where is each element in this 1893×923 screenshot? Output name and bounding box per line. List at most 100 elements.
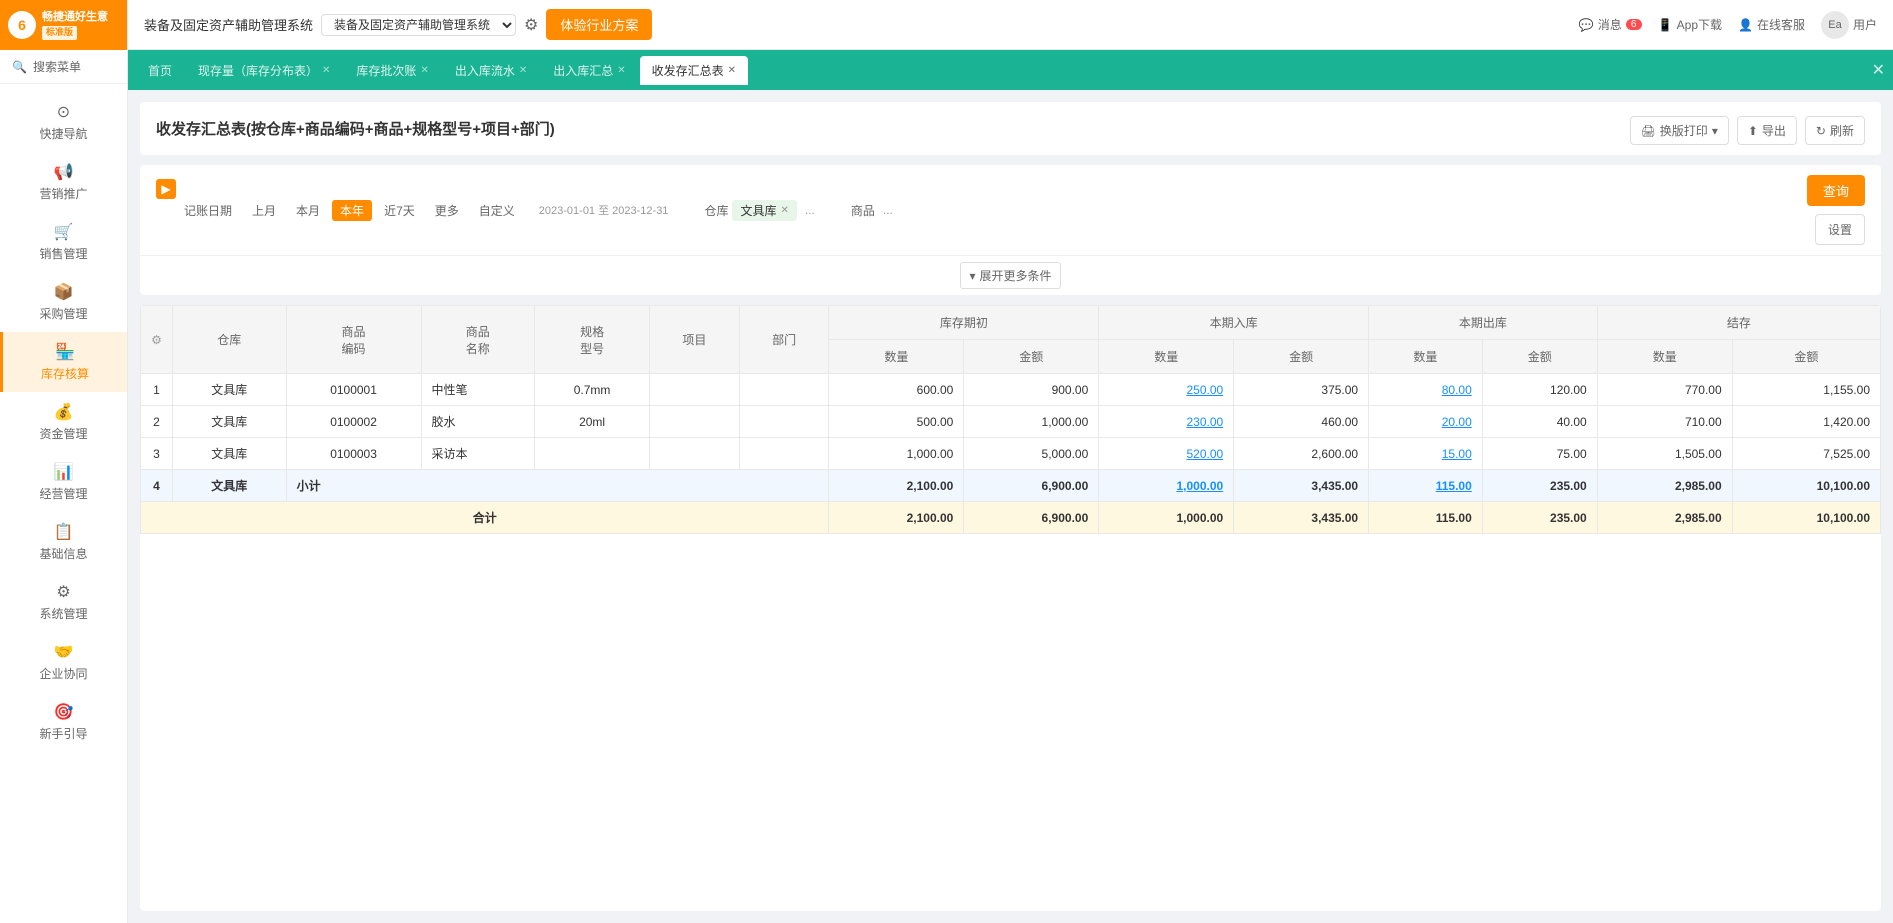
row-project xyxy=(650,374,740,406)
row-close-amt: 1,155.00 xyxy=(1732,374,1880,406)
sidebar-item-system[interactable]: ⚙ 系统管理 xyxy=(0,572,127,632)
footer-out-amt: 235.00 xyxy=(1482,502,1597,534)
row-dept xyxy=(739,438,829,470)
sidebar-item-basic[interactable]: 📋 基础信息 xyxy=(0,512,127,572)
expand-conditions-btn[interactable]: ▾ 展开更多条件 xyxy=(960,262,1060,289)
tab-receipt-summary[interactable]: 收发存汇总表 ✕ xyxy=(640,56,748,85)
date-btn-last-month[interactable]: 上月 xyxy=(244,200,284,221)
tabbar: 首页 现存量（库存分布表） ✕ 库存批次账 ✕ 出入库流水 ✕ 出入库汇总 ✕ … xyxy=(128,50,1893,90)
col-in-header: 本期入库 xyxy=(1099,306,1369,340)
tab-close-inout-flow[interactable]: ✕ xyxy=(519,65,527,76)
sidebar-item-enterprise[interactable]: 🤝 企业协同 xyxy=(0,632,127,692)
row-name: 中性笔 xyxy=(421,374,535,406)
subtotal-in-amt: 3,435.00 xyxy=(1234,470,1369,502)
date-btn-this-month[interactable]: 本月 xyxy=(288,200,328,221)
sidebar-item-finance[interactable]: 💰 资金管理 xyxy=(0,392,127,452)
sidebar-search[interactable]: 🔍 搜索菜单 xyxy=(0,50,127,84)
user-item[interactable]: Ea 用户 xyxy=(1821,11,1877,39)
row-out-qty[interactable]: 15.00 xyxy=(1369,438,1483,470)
sidebar-item-marketing[interactable]: 📢 营销推广 xyxy=(0,152,127,212)
tabbar-close-all[interactable]: ✕ xyxy=(1872,60,1885,80)
refresh-icon: ↻ xyxy=(1816,124,1826,138)
row-in-amt: 375.00 xyxy=(1234,374,1369,406)
settings-icon[interactable]: ⚙ xyxy=(524,15,538,35)
tab-stock-dist[interactable]: 现存量（库存分布表） ✕ xyxy=(186,56,342,85)
messages-badge: 6 xyxy=(1626,19,1642,30)
footer-close-qty: 2,985.00 xyxy=(1597,502,1732,534)
filter-toggle-btn[interactable]: ▶ xyxy=(156,179,176,199)
sidebar-nav: ⊙ 快捷导航 📢 营销推广 🛒 销售管理 📦 采购管理 🏪 库存核算 💰 资金管… xyxy=(0,84,127,923)
phone-icon: 📱 xyxy=(1658,18,1673,32)
expand-row: ▾ 展开更多条件 xyxy=(140,255,1881,295)
row-in-qty[interactable]: 230.00 xyxy=(1099,406,1234,438)
tab-inout-flow[interactable]: 出入库流水 ✕ xyxy=(443,56,539,85)
sidebar-item-purchase[interactable]: 📦 采购管理 xyxy=(0,272,127,332)
footer-in-amt: 3,435.00 xyxy=(1234,502,1369,534)
row-spec xyxy=(535,438,650,470)
row-dept xyxy=(739,374,829,406)
online-service-item[interactable]: 👤 在线客服 xyxy=(1738,16,1805,33)
messages-item[interactable]: 💬 消息 6 xyxy=(1579,16,1642,33)
print-icon: 🖨 xyxy=(1641,124,1656,138)
row-out-amt: 40.00 xyxy=(1482,406,1597,438)
date-btn-this-year[interactable]: 本年 xyxy=(332,200,372,221)
row-in-qty[interactable]: 520.00 xyxy=(1099,438,1234,470)
warehouse-tag: 文具库 ✕ xyxy=(732,200,796,221)
col-open-qty-header: 数量 xyxy=(829,340,964,374)
tab-batch[interactable]: 库存批次账 ✕ xyxy=(344,56,440,85)
tab-close-stock-dist[interactable]: ✕ xyxy=(322,65,330,76)
col-close-amt-header: 金额 xyxy=(1732,340,1880,374)
goods-more[interactable]: ... xyxy=(883,203,893,217)
subtotal-out-amt: 235.00 xyxy=(1482,470,1597,502)
print-button[interactable]: 🖨 换版打印 ▾ xyxy=(1630,116,1729,145)
tab-close-batch[interactable]: ✕ xyxy=(420,65,428,76)
row-warehouse: 文具库 xyxy=(173,406,287,438)
row-in-qty[interactable]: 250.00 xyxy=(1099,374,1234,406)
col-name-header: 商品名称 xyxy=(421,306,535,374)
row-out-qty[interactable]: 20.00 xyxy=(1369,406,1483,438)
row-out-amt: 120.00 xyxy=(1482,374,1597,406)
expand-icon: ▾ xyxy=(969,269,975,283)
table-settings-gear[interactable]: ⚙ xyxy=(151,333,162,347)
tab-home[interactable]: 首页 xyxy=(136,56,184,85)
sidebar-item-inventory[interactable]: 🏪 库存核算 xyxy=(0,332,127,392)
purchase-icon: 📦 xyxy=(54,282,74,302)
sales-icon: 🛒 xyxy=(54,222,74,242)
tab-close-receipt-summary[interactable]: ✕ xyxy=(728,65,736,76)
row-out-qty[interactable]: 80.00 xyxy=(1369,374,1483,406)
warehouse-more[interactable]: ... xyxy=(805,203,815,217)
export-button[interactable]: ⬆ 导出 xyxy=(1737,116,1797,145)
warehouse-tag-close[interactable]: ✕ xyxy=(780,205,788,216)
table-row: 3 文具库 0100003 采访本 1,000.00 5,000.00 520.… xyxy=(141,438,1881,470)
date-btn-more[interactable]: 更多 xyxy=(427,200,467,221)
tab-close-inout-summary[interactable]: ✕ xyxy=(617,65,625,76)
query-button[interactable]: 查询 xyxy=(1807,175,1865,206)
footer-open-qty: 2,100.00 xyxy=(829,502,964,534)
row-open-amt: 5,000.00 xyxy=(964,438,1099,470)
sidebar-item-operation[interactable]: 📊 经营管理 xyxy=(0,452,127,512)
trial-button[interactable]: 体验行业方案 xyxy=(546,9,652,40)
row-open-qty: 600.00 xyxy=(829,374,964,406)
date-btn-7days[interactable]: 近7天 xyxy=(376,200,423,221)
footer-open-amt: 6,900.00 xyxy=(964,502,1099,534)
goods-label: 商品 xyxy=(851,202,875,219)
system-icon: ⚙ xyxy=(56,582,70,602)
logo-icon: 6 xyxy=(8,11,36,39)
topbar-right: 💬 消息 6 📱 App下载 👤 在线客服 Ea 用户 xyxy=(1579,11,1877,39)
row-spec: 20ml xyxy=(535,406,650,438)
system-select[interactable]: 装备及固定资产辅助管理系统 xyxy=(321,14,516,36)
row-code: 0100001 xyxy=(286,374,421,406)
settings-button[interactable]: 设置 xyxy=(1815,214,1865,245)
sidebar-item-sales[interactable]: 🛒 销售管理 xyxy=(0,212,127,272)
service-icon: 👤 xyxy=(1738,18,1753,32)
finance-icon: 💰 xyxy=(54,402,74,422)
row-no: 2 xyxy=(141,406,173,438)
row-project xyxy=(650,406,740,438)
date-btn-custom[interactable]: 自定义 xyxy=(471,200,523,221)
row-close-amt: 1,420.00 xyxy=(1732,406,1880,438)
refresh-button[interactable]: ↻ 刷新 xyxy=(1805,116,1865,145)
app-download-item[interactable]: 📱 App下载 xyxy=(1658,16,1722,33)
sidebar-item-guide[interactable]: 🎯 新手引导 xyxy=(0,692,127,752)
sidebar-item-quick-nav[interactable]: ⊙ 快捷导航 xyxy=(0,92,127,152)
tab-inout-summary[interactable]: 出入库汇总 ✕ xyxy=(541,56,637,85)
